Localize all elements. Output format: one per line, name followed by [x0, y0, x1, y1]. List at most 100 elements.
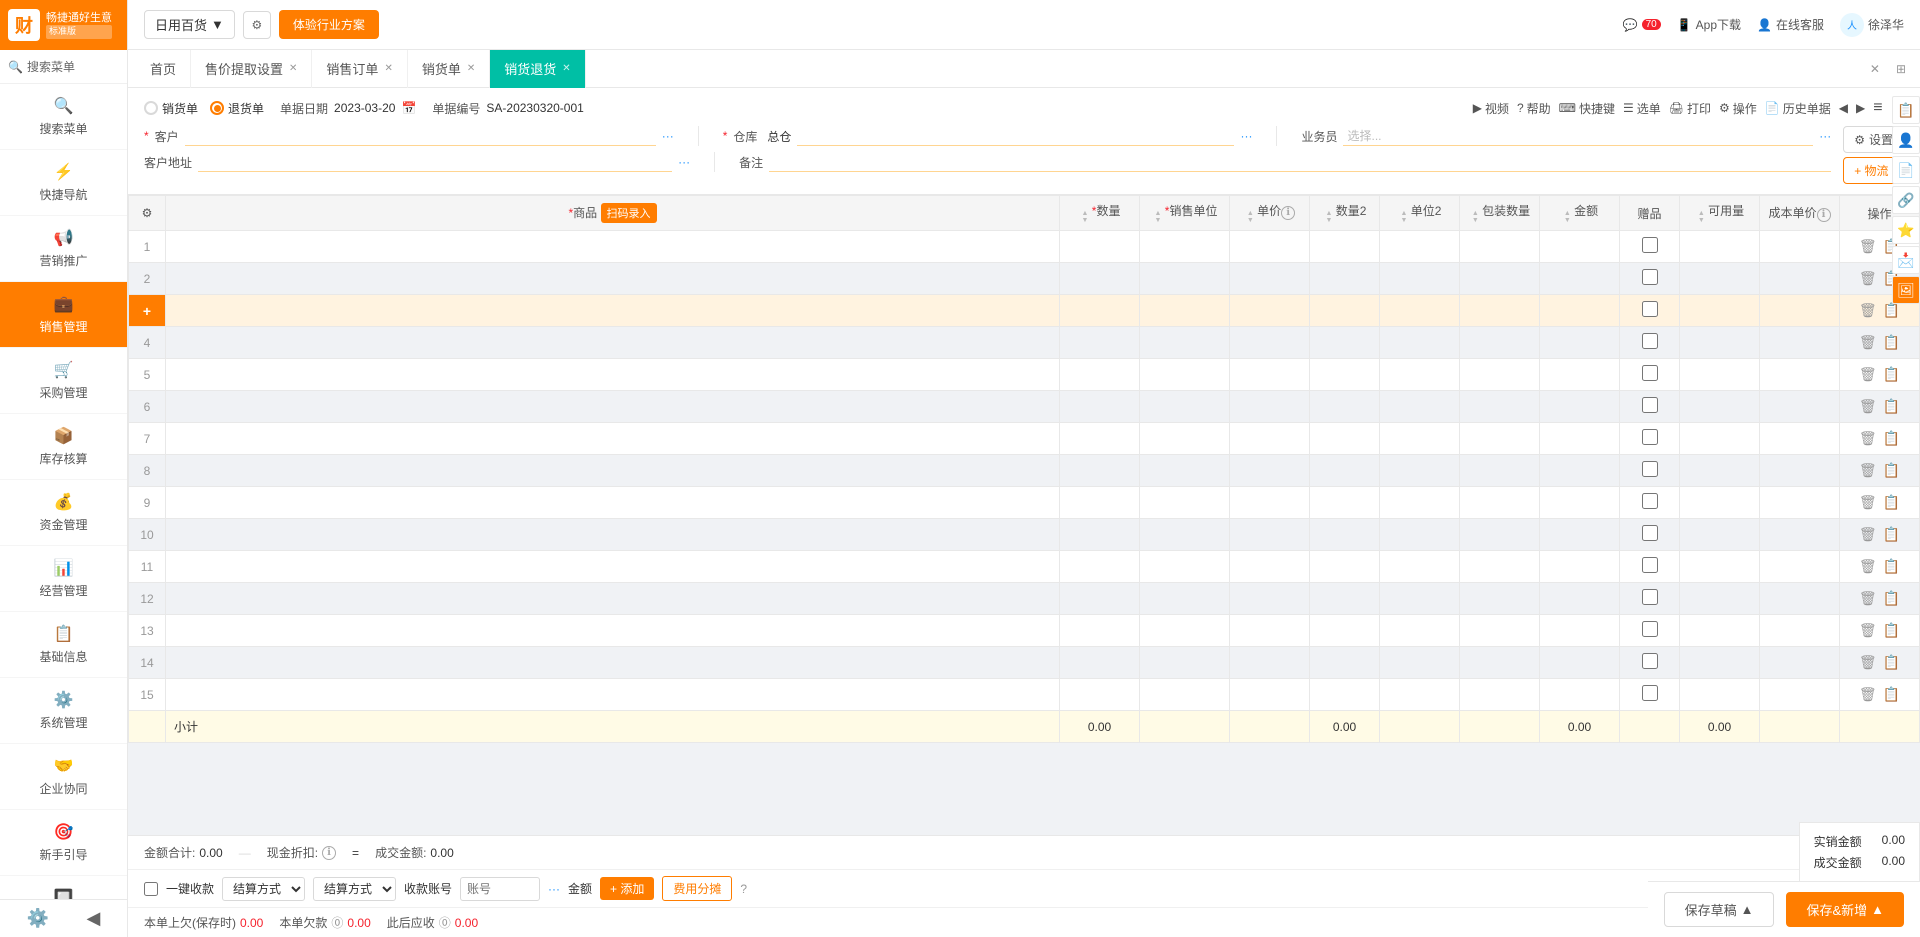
- row-qty2-14[interactable]: [1310, 647, 1380, 679]
- row-qty2-10[interactable]: [1310, 519, 1380, 551]
- row-unit-2[interactable]: [1140, 263, 1230, 295]
- copy-row-icon-15[interactable]: 📋: [1883, 686, 1900, 703]
- row-pack-4[interactable]: [1460, 327, 1540, 359]
- row-product-2[interactable]: [166, 263, 1060, 295]
- gift-checkbox-10[interactable]: [1642, 525, 1658, 541]
- gift-checkbox-15[interactable]: [1642, 685, 1658, 701]
- row-pack-2[interactable]: [1460, 263, 1540, 295]
- row-cost-11[interactable]: [1760, 551, 1840, 583]
- qty-sort[interactable]: ▲▼: [1082, 210, 1089, 224]
- row-pack-15[interactable]: [1460, 679, 1540, 711]
- account-input[interactable]: [460, 877, 540, 901]
- row-amount-6[interactable]: [1540, 391, 1620, 423]
- row-product-13[interactable]: [166, 615, 1060, 647]
- row-gift-1[interactable]: [1620, 231, 1680, 263]
- row-amount-1[interactable]: [1540, 231, 1620, 263]
- row-cost-8[interactable]: [1760, 455, 1840, 487]
- right-icon-5[interactable]: ⭐: [1892, 216, 1920, 244]
- row-avail-7[interactable]: [1680, 423, 1760, 455]
- row-product-1[interactable]: [166, 231, 1060, 263]
- sidebar-item-basic[interactable]: 📋基础信息: [0, 612, 127, 678]
- warehouse-select-btn[interactable]: ···: [1240, 129, 1252, 143]
- copy-row-icon-11[interactable]: 📋: [1883, 558, 1900, 575]
- row-unit-1[interactable]: [1140, 231, 1230, 263]
- row-qty-6[interactable]: [1060, 391, 1140, 423]
- copy-row-icon-8[interactable]: 📋: [1883, 462, 1900, 479]
- row-qty2-5[interactable]: [1310, 359, 1380, 391]
- row-qty-15[interactable]: [1060, 679, 1140, 711]
- sidebar-item-marketing[interactable]: 📢营销推广: [0, 216, 127, 282]
- app-download-button[interactable]: 📱 App下载: [1677, 16, 1741, 33]
- sidebar-item-shortcut[interactable]: ⚡快捷导航: [0, 150, 127, 216]
- calc-method-select[interactable]: 结算方式: [313, 877, 396, 901]
- row-cost-12[interactable]: [1760, 583, 1840, 615]
- row-cost-9[interactable]: [1760, 487, 1840, 519]
- account-select-btn[interactable]: ···: [548, 882, 560, 896]
- user-profile[interactable]: 人 徐泽华: [1840, 13, 1904, 37]
- row-qty-9[interactable]: [1060, 487, 1140, 519]
- delete-row-icon-12[interactable]: 🗑: [1859, 590, 1877, 607]
- row-unit-15[interactable]: [1140, 679, 1230, 711]
- experience-button[interactable]: 体验行业方案: [279, 10, 379, 39]
- row-price-13[interactable]: [1230, 615, 1310, 647]
- row-price-1[interactable]: [1230, 231, 1310, 263]
- row-avail-15[interactable]: [1680, 679, 1760, 711]
- row-avail-1[interactable]: [1680, 231, 1760, 263]
- row-pack-12[interactable]: [1460, 583, 1540, 615]
- row-cost-13[interactable]: [1760, 615, 1840, 647]
- gift-checkbox-5[interactable]: [1642, 365, 1658, 381]
- copy-row-icon-4[interactable]: 📋: [1883, 334, 1900, 351]
- row-amount-7[interactable]: [1540, 423, 1620, 455]
- row-unit-14[interactable]: [1140, 647, 1230, 679]
- row-avail-3[interactable]: [1680, 295, 1760, 327]
- row-pack-1[interactable]: [1460, 231, 1540, 263]
- delete-row-icon-15[interactable]: 🗑: [1859, 686, 1877, 703]
- gift-checkbox-3[interactable]: [1642, 301, 1658, 317]
- copy-row-icon-14[interactable]: 📋: [1883, 654, 1900, 671]
- row-product-10[interactable]: [166, 519, 1060, 551]
- tab-销售订单[interactable]: 销售订单✕: [312, 50, 407, 88]
- row-unit-9[interactable]: [1140, 487, 1230, 519]
- row-qty2-4[interactable]: [1310, 327, 1380, 359]
- row-unit-10[interactable]: [1140, 519, 1230, 551]
- row-avail-5[interactable]: [1680, 359, 1760, 391]
- gift-checkbox-1[interactable]: [1642, 237, 1658, 253]
- row-unit2-15[interactable]: [1380, 679, 1460, 711]
- row-unit-6[interactable]: [1140, 391, 1230, 423]
- price-sort[interactable]: ▲▼: [1247, 210, 1254, 224]
- row-qty-3[interactable]: [1060, 295, 1140, 327]
- copy-row-icon-13[interactable]: 📋: [1883, 622, 1900, 639]
- right-icon-4[interactable]: 🔗: [1892, 186, 1920, 214]
- gift-checkbox-7[interactable]: [1642, 429, 1658, 445]
- row-unit2-14[interactable]: [1380, 647, 1460, 679]
- row-amount-14[interactable]: [1540, 647, 1620, 679]
- row-gift-11[interactable]: [1620, 551, 1680, 583]
- fee-help-icon[interactable]: ?: [740, 882, 747, 896]
- delete-row-icon-11[interactable]: 🗑: [1859, 558, 1877, 575]
- row-amount-12[interactable]: [1540, 583, 1620, 615]
- gift-checkbox-12[interactable]: [1642, 589, 1658, 605]
- row-qty2-3[interactable]: [1310, 295, 1380, 327]
- tab-首页[interactable]: 首页: [136, 50, 191, 88]
- row-cost-7[interactable]: [1760, 423, 1840, 455]
- row-pack-7[interactable]: [1460, 423, 1540, 455]
- address-select-btn[interactable]: ···: [678, 155, 690, 169]
- copy-row-icon-6[interactable]: 📋: [1883, 398, 1900, 415]
- row-unit2-11[interactable]: [1380, 551, 1460, 583]
- row-product-6[interactable]: [166, 391, 1060, 423]
- delete-row-icon-13[interactable]: 🗑: [1859, 622, 1877, 639]
- row-unit2-1[interactable]: [1380, 231, 1460, 263]
- product-input-3[interactable]: [174, 303, 1051, 318]
- row-product-9[interactable]: [166, 487, 1060, 519]
- row-unit-5[interactable]: [1140, 359, 1230, 391]
- tab-close-icon[interactable]: ✕: [384, 63, 392, 74]
- save-draft-button[interactable]: 保存草稿 ▲: [1664, 892, 1775, 927]
- qty2-sort[interactable]: ▲▼: [1326, 210, 1333, 224]
- delete-row-icon-1[interactable]: 🗑: [1859, 238, 1877, 255]
- row-unit-7[interactable]: [1140, 423, 1230, 455]
- th-settings[interactable]: ⚙: [129, 196, 166, 231]
- customer-select-btn[interactable]: ···: [662, 129, 674, 143]
- row-pack-3[interactable]: [1460, 295, 1540, 327]
- copy-row-icon-7[interactable]: 📋: [1883, 430, 1900, 447]
- row-cost-1[interactable]: [1760, 231, 1840, 263]
